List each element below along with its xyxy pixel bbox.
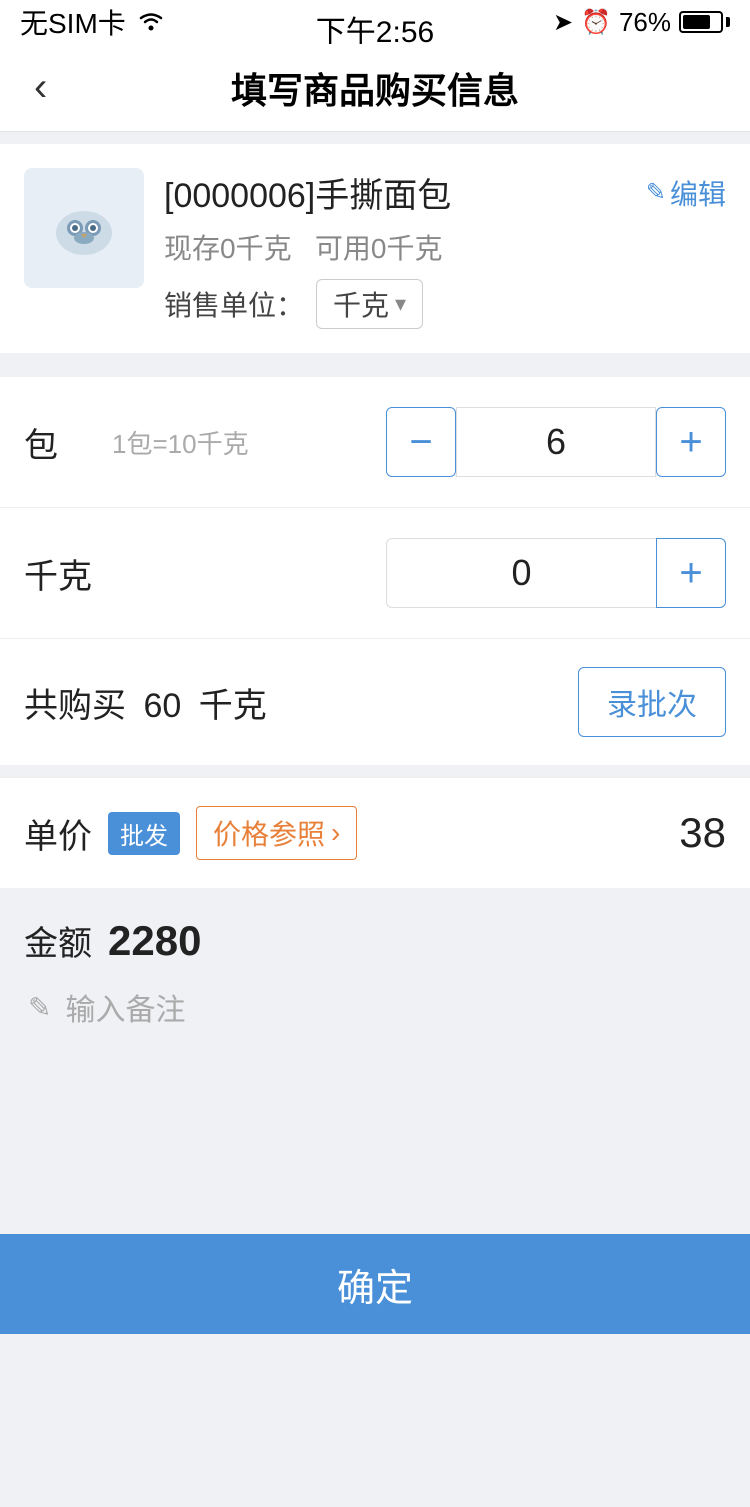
location-icon: ➤ <box>553 8 573 37</box>
battery-icon <box>679 11 730 33</box>
product-name: [0000006]手撕面包 <box>164 168 451 217</box>
amount-value: 2280 <box>108 917 201 965</box>
wifi-icon <box>136 6 166 38</box>
product-unit-row: 销售单位： 千克 ▾ <box>164 279 726 329</box>
status-right: ➤ ⏰ 76% <box>553 7 730 38</box>
remark-row[interactable]: ✎ 输入备注 <box>24 985 726 1057</box>
qty-row-bao: 包 1包=10千克 − + <box>0 377 750 508</box>
qty-plus-kg[interactable]: + <box>656 538 726 608</box>
product-title-row: [0000006]手撕面包 ✎ 编辑 <box>164 168 726 217</box>
divider-2 <box>0 765 750 777</box>
amount-section: 金额 2280 ✎ 输入备注 <box>0 888 750 1057</box>
total-unit: 千克 <box>199 687 267 725</box>
available-label: 可用0千克 <box>315 233 443 264</box>
price-section: 单价 批发 价格参照 › 38 <box>0 777 750 888</box>
product-stock: 现存0千克 可用0千克 <box>164 227 726 267</box>
remark-placeholder: 输入备注 <box>65 985 185 1029</box>
price-ref-button[interactable]: 价格参照 › <box>196 806 357 860</box>
unit-select[interactable]: 千克 ▾ <box>316 279 423 329</box>
product-info: [0000006]手撕面包 ✎ 编辑 现存0千克 可用0千克 销售单位： 千克 … <box>164 168 726 329</box>
price-ref-arrow: › <box>331 817 340 849</box>
edit-label: 编辑 <box>670 173 726 213</box>
divider-1 <box>0 353 750 365</box>
qty-minus-bao[interactable]: − <box>386 407 456 477</box>
nav-bar: ‹ 填写商品购买信息 <box>0 44 750 132</box>
amount-label: 金额 <box>24 916 92 965</box>
qty-control-kg: + <box>386 538 726 608</box>
qty-sublabel-bao: 1包=10千克 <box>112 424 386 461</box>
price-value: 38 <box>679 809 726 857</box>
unit-prefix: 销售单位： <box>164 284 304 324</box>
quantity-section: 包 1包=10千克 − + 千克 + 共购买 60 千克 录批次 <box>0 377 750 765</box>
alarm-icon: ⏰ <box>581 8 611 37</box>
price-label: 单价 <box>24 809 92 858</box>
qty-input-kg[interactable] <box>386 538 656 608</box>
qty-label-kg: 千克 <box>24 549 104 598</box>
product-card: [0000006]手撕面包 ✎ 编辑 现存0千克 可用0千克 销售单位： 千克 … <box>0 144 750 353</box>
total-text: 共购买 60 千克 <box>24 678 267 727</box>
back-button[interactable]: ‹ <box>24 55 57 120</box>
confirm-button[interactable]: 确定 <box>0 1234 750 1334</box>
dropdown-icon: ▾ <box>395 291 406 317</box>
price-ref-label: 价格参照 <box>213 813 325 853</box>
qty-plus-bao[interactable]: + <box>656 407 726 477</box>
qty-label-bao: 包 <box>24 418 104 467</box>
unit-value: 千克 <box>333 284 389 324</box>
page-title: 填写商品购买信息 <box>231 62 519 114</box>
amount-row: 金额 2280 <box>24 916 726 985</box>
bottom-spacer <box>0 1407 750 1507</box>
qty-control-bao: − + <box>386 407 726 477</box>
stock-label: 现存0千克 <box>164 233 292 264</box>
edit-icon: ✎ <box>646 178 666 207</box>
total-row: 共购买 60 千克 录批次 <box>0 639 750 765</box>
batch-tag: 批发 <box>108 812 180 855</box>
total-quantity: 60 <box>143 687 181 725</box>
qty-row-kg: 千克 + <box>0 508 750 639</box>
batch-button[interactable]: 录批次 <box>578 667 726 737</box>
battery-percent: 76% <box>619 7 671 38</box>
remark-icon: ✎ <box>28 991 51 1024</box>
total-prefix: 共购买 <box>24 687 126 725</box>
carrier-label: 无SIM卡 <box>20 2 126 42</box>
status-bar: 无SIM卡 下午2:56 ➤ ⏰ 76% <box>0 0 750 44</box>
status-left: 无SIM卡 <box>20 2 166 42</box>
qty-input-bao[interactable] <box>456 407 656 477</box>
empty-area <box>0 1057 750 1407</box>
product-image <box>24 168 144 288</box>
edit-button[interactable]: ✎ 编辑 <box>646 173 726 213</box>
